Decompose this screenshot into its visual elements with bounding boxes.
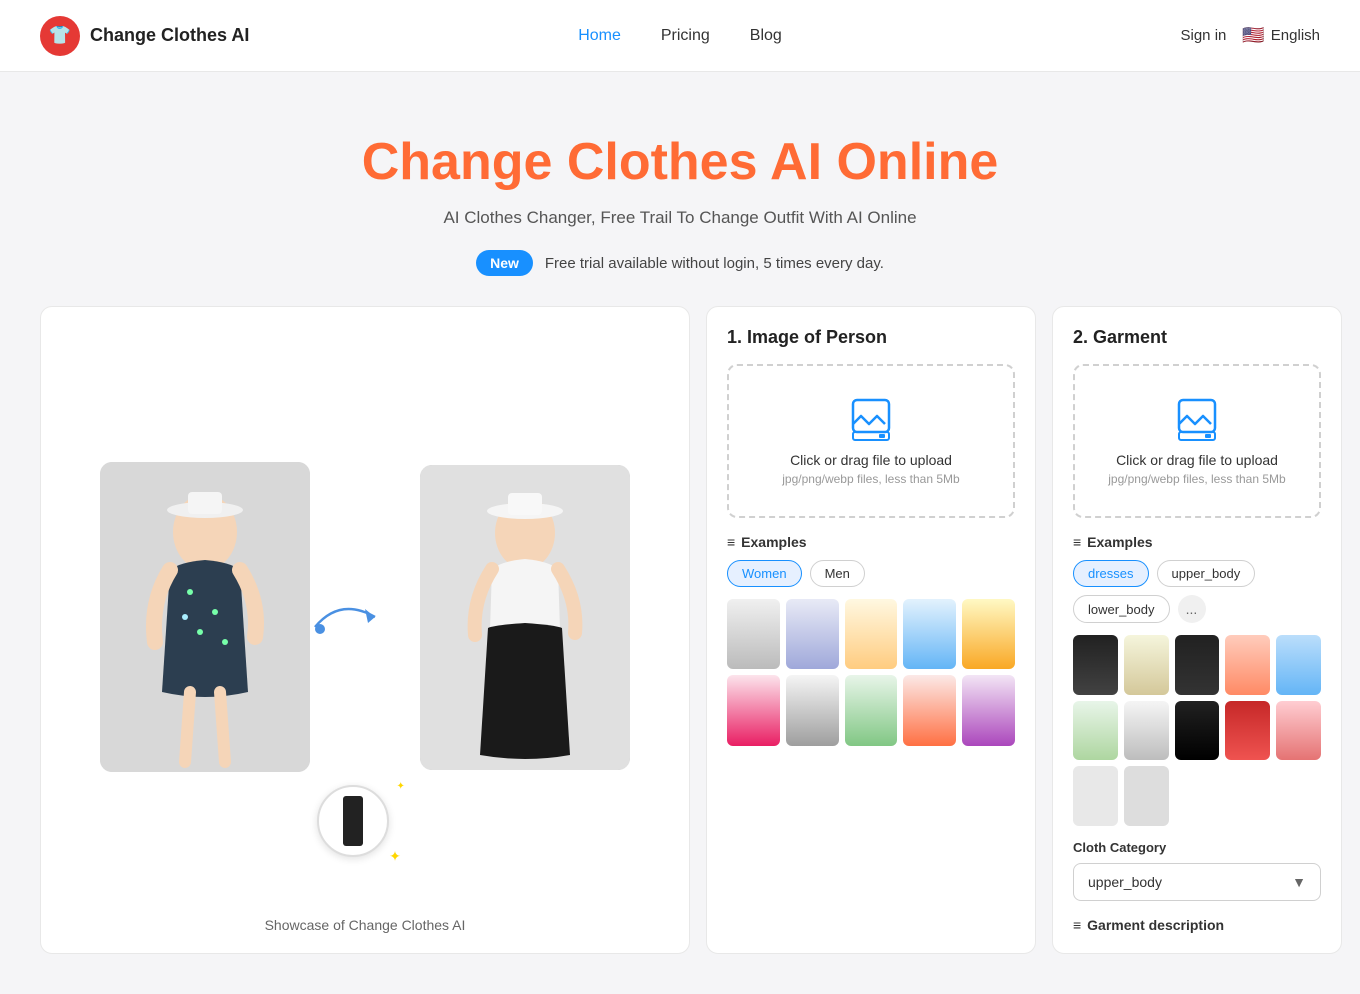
language-selector[interactable]: 🇺🇸 English (1242, 25, 1320, 46)
filter-lower-body[interactable]: lower_body (1073, 595, 1170, 623)
sparkle-icon-small: ✦ (396, 781, 404, 792)
garment-upload-text: Click or drag file to upload (1095, 452, 1299, 468)
person-examples-header: ≡ Examples (727, 534, 1015, 550)
person-thumb-2[interactable] (786, 599, 839, 669)
list-icon-garment: ≡ (1073, 534, 1081, 550)
showcase-panel: ✦ ✦ Showcase of Change Clothes AI (40, 306, 690, 954)
filter-more-button[interactable]: ... (1178, 595, 1206, 623)
person-thumb-9[interactable] (903, 675, 956, 745)
garment-desc-header: ≡ Garment description (1073, 917, 1321, 933)
person-upload-hint: jpg/png/webp files, less than 5Mb (749, 472, 993, 486)
garment-thumbnails-row2 (1073, 701, 1321, 761)
list-icon: ≡ (727, 534, 735, 550)
transform-arrow (310, 587, 390, 647)
garment-thumb-8[interactable] (1175, 701, 1220, 761)
person-upload-section: 1. Image of Person Click or drag file to… (706, 306, 1036, 954)
person-filter-tabs: Women Men (727, 560, 1015, 587)
person-thumb-7[interactable] (786, 675, 839, 745)
filter-dresses[interactable]: dresses (1073, 560, 1149, 587)
filter-upper-body[interactable]: upper_body (1157, 560, 1256, 587)
person-thumb-10[interactable] (962, 675, 1015, 745)
garment-thumb-5[interactable] (1276, 635, 1321, 695)
garment-thumb-3[interactable] (1175, 635, 1220, 695)
person-thumbnails-row1 (727, 599, 1015, 669)
garment-upload-hint: jpg/png/webp files, less than 5Mb (1095, 472, 1299, 486)
main-content: ✦ ✦ Showcase of Change Clothes AI 1. Ima… (20, 306, 1340, 994)
showcase-images: ✦ ✦ (61, 327, 669, 907)
logo-icon: 👕 (40, 16, 80, 56)
garment-thumb-11[interactable] (1073, 766, 1118, 826)
upload-inbox-icon (847, 396, 895, 444)
garment-examples-header: ≡ Examples (1073, 534, 1321, 550)
new-badge: New (476, 250, 533, 276)
garment-thumbnails-row3-partial (1073, 766, 1321, 826)
person-thumb-1[interactable] (727, 599, 780, 669)
person-upload-zone[interactable]: Click or drag file to upload jpg/png/web… (727, 364, 1015, 518)
cloth-category-container: Cloth Category upper_body ▼ (1073, 840, 1321, 901)
person-section-title: 1. Image of Person (727, 327, 1015, 348)
language-label: English (1271, 27, 1320, 44)
person-after-image (420, 465, 630, 770)
garment-thumb-10[interactable] (1276, 701, 1321, 761)
logo-link[interactable]: 👕 Change Clothes AI (40, 16, 249, 56)
hero-note: Free trial available without login, 5 ti… (545, 255, 884, 272)
garment-thumbnails-row1 (1073, 635, 1321, 695)
garment-section: 2. Garment Click or drag file to upload … (1052, 306, 1342, 954)
hero-section: Change Clothes AI Online AI Clothes Chan… (0, 72, 1360, 306)
examples-label: Examples (741, 534, 806, 550)
garment-thumb-6[interactable] (1073, 701, 1118, 761)
logo-text: Change Clothes AI (90, 25, 249, 46)
garment-thumb-12[interactable] (1124, 766, 1169, 826)
garment-upload-icon (1173, 396, 1221, 444)
filter-men[interactable]: Men (810, 560, 865, 587)
garment-thumb-2[interactable] (1124, 635, 1169, 695)
person-thumb-6[interactable] (727, 675, 780, 745)
hero-title: Change Clothes AI Online (20, 132, 1340, 192)
garment-filter-tabs: dresses upper_body lower_body ... (1073, 560, 1321, 623)
garment-preview-circle: ✦ ✦ (317, 785, 389, 857)
person-thumb-8[interactable] (845, 675, 898, 745)
garment-section-title: 2. Garment (1073, 327, 1321, 348)
main-nav: Home Pricing Blog (578, 27, 782, 45)
nav-home[interactable]: Home (578, 27, 621, 45)
garment-thumb-4[interactable] (1225, 635, 1270, 695)
garment-upload-zone[interactable]: Click or drag file to upload jpg/png/web… (1073, 364, 1321, 518)
person-before-image (100, 462, 310, 772)
person-thumb-5[interactable] (962, 599, 1015, 669)
garment-examples-label: Examples (1087, 534, 1152, 550)
cloth-category-label: Cloth Category (1073, 840, 1321, 855)
header: 👕 Change Clothes AI Home Pricing Blog Si… (0, 0, 1360, 72)
nav-blog[interactable]: Blog (750, 27, 782, 45)
cloth-category-value: upper_body (1088, 874, 1162, 890)
garment-desc-label: Garment description (1087, 917, 1224, 933)
person-thumb-3[interactable] (845, 599, 898, 669)
cloth-category-dropdown[interactable]: upper_body ▼ (1073, 863, 1321, 901)
list-icon-desc: ≡ (1073, 917, 1081, 933)
sign-in-link[interactable]: Sign in (1181, 27, 1227, 44)
flag-icon: 🇺🇸 (1242, 25, 1264, 46)
person-thumbnails-row2 (727, 675, 1015, 745)
filter-women[interactable]: Women (727, 560, 802, 587)
header-right: Sign in 🇺🇸 English (1181, 25, 1321, 46)
garment-thumb-7[interactable] (1124, 701, 1169, 761)
hero-subtitle: AI Clothes Changer, Free Trail To Change… (20, 208, 1340, 228)
nav-pricing[interactable]: Pricing (661, 27, 710, 45)
hero-badge-row: New Free trial available without login, … (20, 250, 1340, 276)
chevron-down-icon: ▼ (1292, 874, 1306, 890)
sparkle-icon: ✦ (389, 848, 401, 865)
garment-thumb-1[interactable] (1073, 635, 1118, 695)
person-upload-text: Click or drag file to upload (749, 452, 993, 468)
person-thumb-4[interactable] (903, 599, 956, 669)
showcase-caption: Showcase of Change Clothes AI (265, 917, 466, 933)
garment-thumb-9[interactable] (1225, 701, 1270, 761)
